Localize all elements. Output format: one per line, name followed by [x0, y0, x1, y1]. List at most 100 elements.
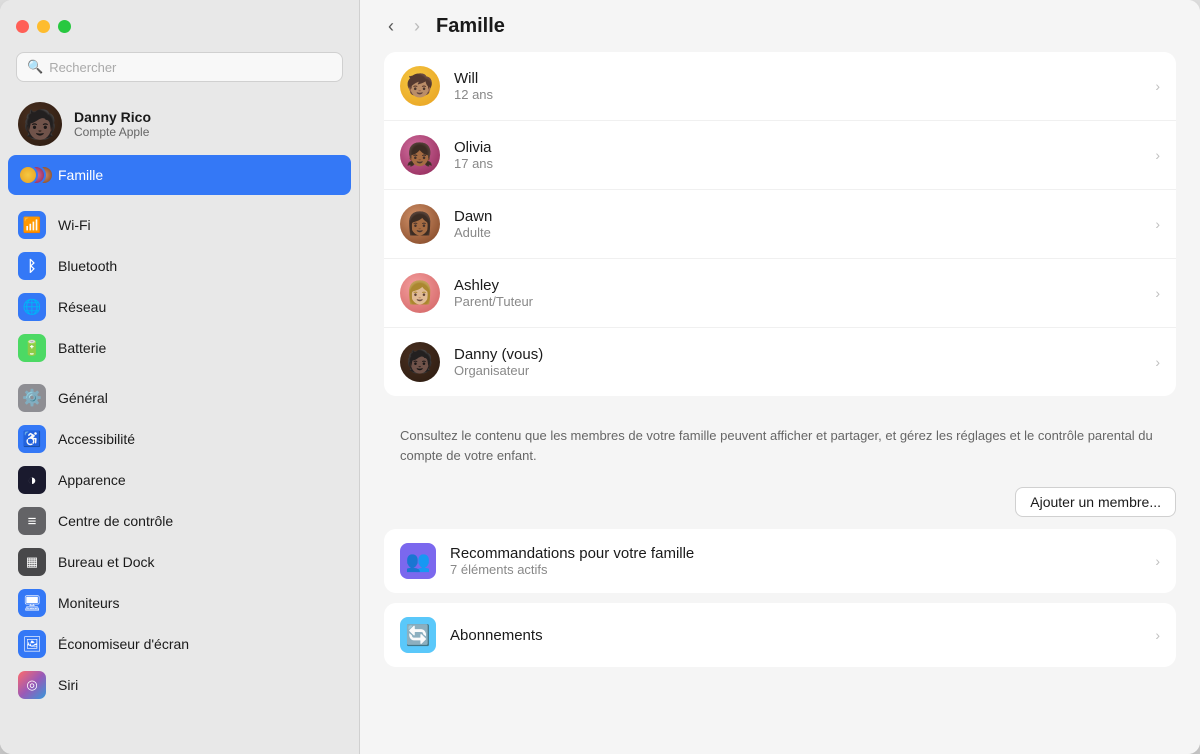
back-button[interactable]: ‹	[384, 12, 398, 41]
user-avatar: 🧑🏿	[18, 102, 62, 146]
member-row-olivia[interactable]: 👧🏾 Olivia 17 ans ›	[384, 121, 1176, 190]
ashley-name: Ashley	[454, 277, 1155, 294]
bottom-card-abonnements: 🔄 Abonnements ›	[384, 603, 1176, 667]
will-info: Will 12 ans	[454, 70, 1155, 102]
user-name: Danny Rico	[74, 109, 151, 125]
olivia-role: 17 ans	[454, 156, 1155, 171]
user-info: Danny Rico Compte Apple	[74, 109, 151, 139]
abonnements-icon: 🔄	[400, 617, 436, 653]
abonnements-info: Abonnements	[450, 627, 1155, 644]
dawn-role: Adulte	[454, 225, 1155, 240]
ashley-role: Parent/Tuteur	[454, 294, 1155, 309]
member-row-ashley[interactable]: 👩🏼 Ashley Parent/Tuteur ›	[384, 259, 1176, 328]
bottom-card-recommandations: 👥 Recommandations pour votre famille 7 é…	[384, 529, 1176, 593]
sidebar-item-wifi-label: Wi-Fi	[58, 217, 91, 233]
recommandations-sub: 7 éléments actifs	[450, 562, 1155, 577]
dawn-avatar: 👩🏾	[400, 204, 440, 244]
main-header: ‹ › Famille	[360, 0, 1200, 52]
user-profile-item[interactable]: 🧑🏿 Danny Rico Compte Apple	[8, 94, 351, 154]
recommandations-name: Recommandations pour votre famille	[450, 545, 1155, 562]
search-placeholder: Rechercher	[49, 60, 116, 75]
search-icon: 🔍	[27, 59, 43, 75]
ashley-info: Ashley Parent/Tuteur	[454, 277, 1155, 309]
sidebar-item-batterie-label: Batterie	[58, 340, 106, 356]
forward-button[interactable]: ›	[410, 12, 424, 41]
sidebar-item-centre[interactable]: ≡ Centre de contrôle	[8, 501, 351, 541]
sidebar-item-moniteurs[interactable]: 🖥 Moniteurs	[8, 583, 351, 623]
danny-role: Organisateur	[454, 363, 1155, 378]
search-bar[interactable]: 🔍 Rechercher	[16, 52, 343, 82]
general-icon: ⚙️	[18, 384, 46, 412]
add-member-row: Ajouter un membre...	[384, 479, 1176, 521]
close-button[interactable]	[16, 20, 29, 33]
sidebar-item-bluetooth-label: Bluetooth	[58, 258, 117, 274]
member-row-dawn[interactable]: 👩🏾 Dawn Adulte ›	[384, 190, 1176, 259]
maximize-button[interactable]	[58, 20, 71, 33]
family-description: Consultez le contenu que les membres de …	[384, 412, 1176, 479]
bottom-row-abonnements[interactable]: 🔄 Abonnements ›	[384, 603, 1176, 667]
siri-icon: ◎	[18, 671, 46, 699]
page-title: Famille	[436, 15, 505, 38]
economiseur-icon: 🖼	[18, 630, 46, 658]
reseau-icon: 🌐	[18, 293, 46, 321]
sidebar-item-centre-label: Centre de contrôle	[58, 513, 173, 529]
ashley-chevron: ›	[1155, 285, 1160, 301]
sidebar-item-bluetooth[interactable]: ᛒ Bluetooth	[8, 246, 351, 286]
main-body: 🧒🏽 Will 12 ans › 👧🏾 Olivia 17 an	[360, 52, 1200, 754]
sidebar-item-accessibilite[interactable]: ♿ Accessibilité	[8, 419, 351, 459]
sidebar-item-bureau[interactable]: ▦ Bureau et Dock	[8, 542, 351, 582]
sidebar-item-apparence[interactable]: ◑ Apparence	[8, 460, 351, 500]
sidebar-item-reseau-label: Réseau	[58, 299, 106, 315]
app-window: 🔍 Rechercher 🧑🏿 Danny Rico Compte Apple	[0, 0, 1200, 754]
famille-icon	[18, 161, 46, 189]
member-row-danny[interactable]: 🧑🏿 Danny (vous) Organisateur ›	[384, 328, 1176, 396]
danny-avatar: 🧑🏿	[400, 342, 440, 382]
danny-name: Danny (vous)	[454, 346, 1155, 363]
wifi-icon: 📶	[18, 211, 46, 239]
sidebar-item-economiseur[interactable]: 🖼 Économiseur d'écran	[8, 624, 351, 664]
titlebar	[0, 0, 359, 52]
recommandations-chevron: ›	[1155, 553, 1160, 569]
sidebar-item-batterie[interactable]: 🔋 Batterie	[8, 328, 351, 368]
minimize-button[interactable]	[37, 20, 50, 33]
sidebar-item-moniteurs-label: Moniteurs	[58, 595, 119, 611]
bureau-icon: ▦	[18, 548, 46, 576]
bluetooth-icon: ᛒ	[18, 252, 46, 280]
sidebar-item-general[interactable]: ⚙️ Général	[8, 378, 351, 418]
dawn-name: Dawn	[454, 208, 1155, 225]
abonnements-name: Abonnements	[450, 627, 1155, 644]
danny-info: Danny (vous) Organisateur	[454, 346, 1155, 378]
member-row-will[interactable]: 🧒🏽 Will 12 ans ›	[384, 52, 1176, 121]
sidebar-item-wifi[interactable]: 📶 Wi-Fi	[8, 205, 351, 245]
will-name: Will	[454, 70, 1155, 87]
will-role: 12 ans	[454, 87, 1155, 102]
sidebar-item-siri-label: Siri	[58, 677, 78, 693]
olivia-name: Olivia	[454, 139, 1155, 156]
abonnements-chevron: ›	[1155, 627, 1160, 643]
dawn-info: Dawn Adulte	[454, 208, 1155, 240]
sidebar-item-bureau-label: Bureau et Dock	[58, 554, 155, 570]
main-content: ‹ › Famille 🧒🏽 Will 12 ans ›	[360, 0, 1200, 754]
olivia-chevron: ›	[1155, 147, 1160, 163]
add-member-button[interactable]: Ajouter un membre...	[1015, 487, 1176, 517]
bottom-row-recommandations[interactable]: 👥 Recommandations pour votre famille 7 é…	[384, 529, 1176, 593]
sidebar-item-siri[interactable]: ◎ Siri	[8, 665, 351, 705]
sidebar-item-reseau[interactable]: 🌐 Réseau	[8, 287, 351, 327]
ashley-avatar: 👩🏼	[400, 273, 440, 313]
accessibilite-icon: ♿	[18, 425, 46, 453]
centre-icon: ≡	[18, 507, 46, 535]
apparence-icon: ◑	[18, 466, 46, 494]
moniteurs-icon: 🖥	[18, 589, 46, 617]
recommandations-info: Recommandations pour votre famille 7 élé…	[450, 545, 1155, 577]
members-card: 🧒🏽 Will 12 ans › 👧🏾 Olivia 17 an	[384, 52, 1176, 396]
olivia-avatar: 👧🏾	[400, 135, 440, 175]
sidebar: 🔍 Rechercher 🧑🏿 Danny Rico Compte Apple	[0, 0, 360, 754]
sidebar-item-apparence-label: Apparence	[58, 472, 126, 488]
sidebar-item-famille[interactable]: Famille	[8, 155, 351, 195]
sidebar-item-famille-label: Famille	[58, 167, 103, 183]
batterie-icon: 🔋	[18, 334, 46, 362]
recommandations-icon: 👥	[400, 543, 436, 579]
sidebar-scroll: 🧑🏿 Danny Rico Compte Apple Famille	[0, 94, 359, 754]
danny-chevron: ›	[1155, 354, 1160, 370]
user-subtitle: Compte Apple	[74, 125, 151, 139]
